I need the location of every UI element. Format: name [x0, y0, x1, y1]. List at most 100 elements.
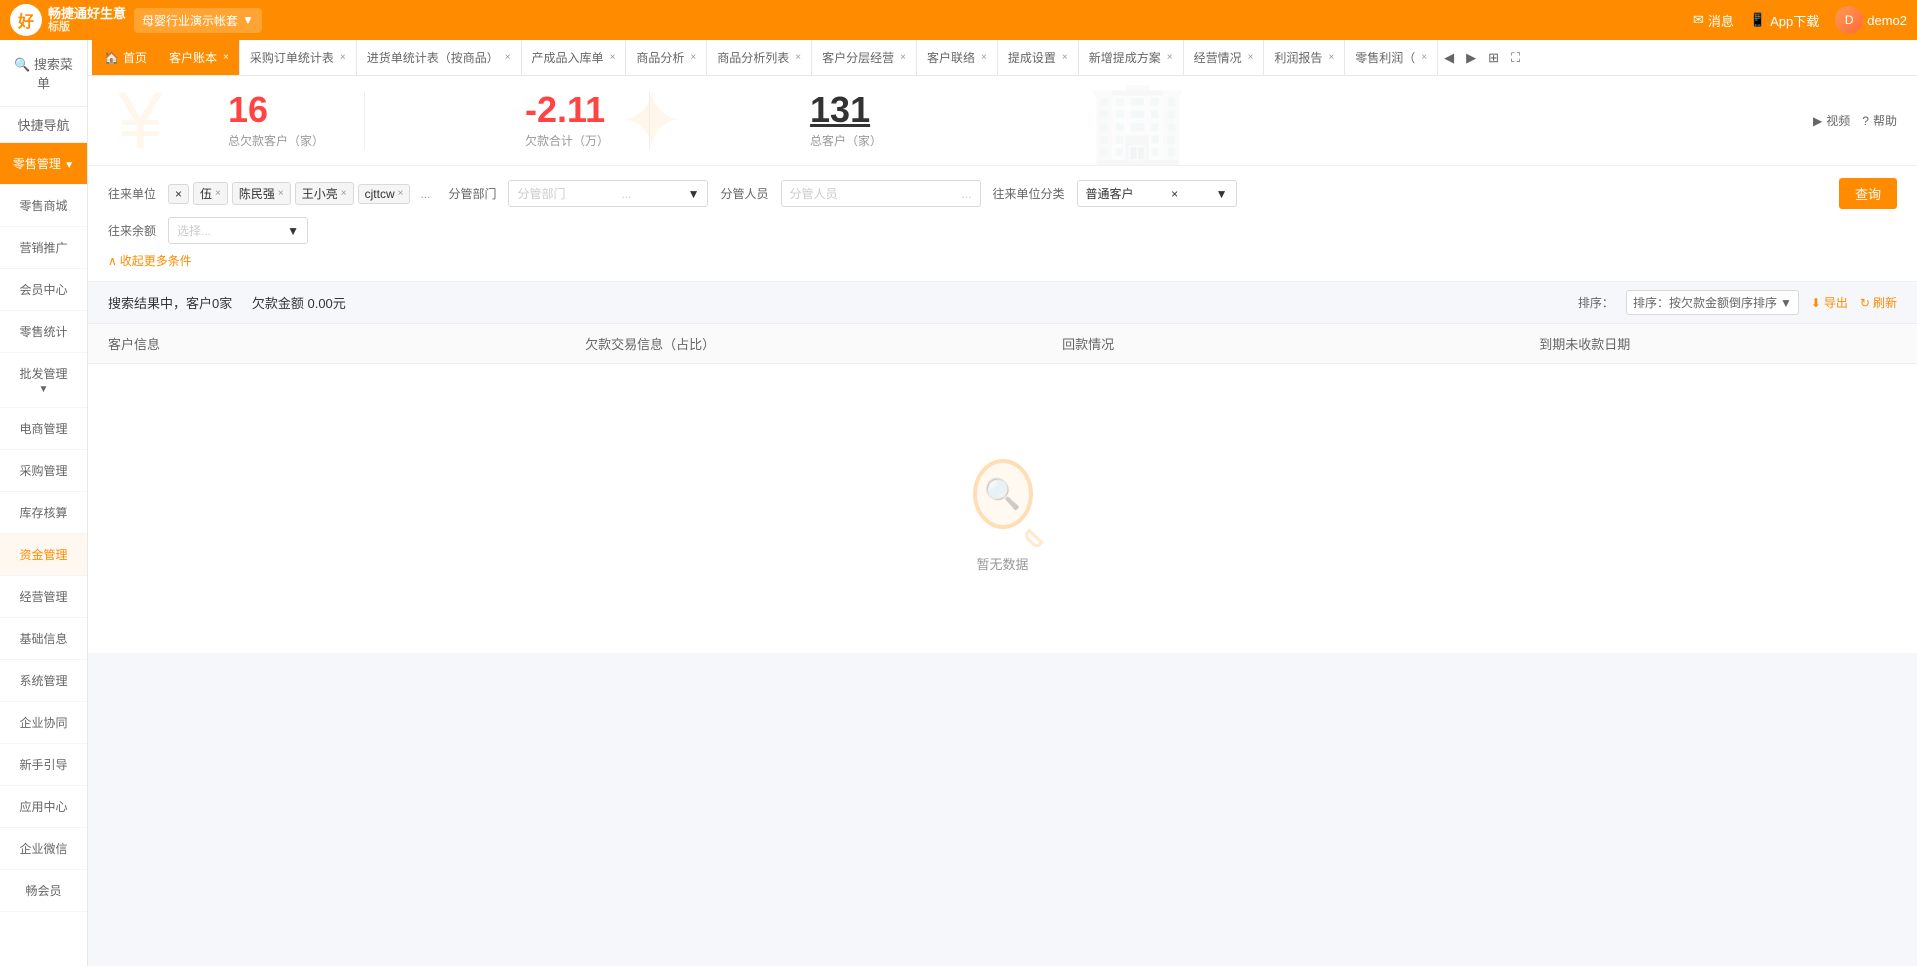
filter-tag-wu-remove[interactable]: ×: [215, 188, 221, 199]
search-menu-button[interactable]: 🔍 搜索菜单: [8, 50, 79, 96]
sidebar-item-batch-mgmt[interactable]: 批发管理 ▼: [0, 353, 87, 408]
filter-tag-cjttcw[interactable]: cjttcw ×: [358, 184, 411, 204]
filter-tag-wu[interactable]: 伍 ×: [193, 182, 228, 205]
tab-customer-book[interactable]: 客户账本 ×: [159, 40, 240, 76]
sidebar-item-retail-mall-label: 零售商城: [19, 199, 67, 213]
sidebar-item-ecommerce[interactable]: 电商管理: [0, 408, 87, 450]
sidebar-item-basic-info[interactable]: 基础信息: [0, 618, 87, 660]
refresh-button[interactable]: ↻ 刷新: [1860, 294, 1897, 311]
tab-raise-settings-close[interactable]: ×: [1062, 52, 1068, 63]
unit-type-filter-select[interactable]: 普通客户 × ▼: [1077, 180, 1237, 207]
person-filter-select[interactable]: 分管人员 ...: [781, 180, 981, 207]
balance-filter-select[interactable]: 选择... ▼: [168, 217, 308, 244]
tab-product-analysis-list-close[interactable]: ×: [795, 52, 801, 63]
top-bar-left: 好 畅捷通好生意 标版 母婴行业演示帐套 ▼: [10, 4, 262, 36]
tab-expand[interactable]: ⛶: [1505, 40, 1526, 76]
sidebar-item-app-center[interactable]: 应用中心: [0, 786, 87, 828]
sidebar-item-marketing[interactable]: 营销推广: [0, 227, 87, 269]
app-download-button[interactable]: 📱 App下载: [1750, 11, 1819, 30]
home-icon: 🏠: [104, 51, 119, 65]
tab-customer-contact[interactable]: 客户联络 ×: [917, 40, 998, 76]
tab-scroll-right[interactable]: ▶: [1460, 40, 1482, 76]
filter-area: 往来单位 × 伍 × 陈民强 ×: [88, 166, 1917, 282]
tab-purchase-order-close[interactable]: ×: [340, 52, 346, 63]
sidebar-item-finance[interactable]: 资金管理: [0, 534, 87, 576]
export-button[interactable]: ⬇ 导出: [1811, 294, 1848, 311]
tab-product-inbound-close[interactable]: ×: [610, 52, 616, 63]
unit-filter-label: 往来单位: [108, 185, 156, 202]
table-header-repayment: 回款情况: [1062, 334, 1539, 353]
tab-customer-segment-close[interactable]: ×: [900, 52, 906, 63]
sidebar-item-enterprise[interactable]: 企业协同: [0, 702, 87, 744]
sidebar-item-app-center-label: 应用中心: [19, 800, 67, 814]
sidebar-item-member-center[interactable]: 会员中心: [0, 269, 87, 311]
demo-selector[interactable]: 母婴行业演示帐套 ▼: [134, 8, 262, 33]
stat-total-customers-value: 131: [810, 92, 870, 128]
sidebar-item-wechat[interactable]: 企业微信: [0, 828, 87, 870]
filter-tag-wang-label: 王小亮: [302, 185, 338, 202]
tab-retail-profit[interactable]: 零售利润（ ×: [1345, 40, 1438, 76]
tab-product-analysis[interactable]: 商品分析 ×: [626, 40, 707, 76]
tab-customer-book-label: 客户账本: [169, 49, 217, 66]
filter-tag-more[interactable]: ...: [414, 185, 436, 203]
message-button[interactable]: ✉ 消息: [1693, 11, 1734, 30]
tab-customer-book-close[interactable]: ×: [223, 52, 229, 63]
help-label: 帮助: [1873, 112, 1897, 129]
sidebar-item-inventory-label: 库存核算: [19, 506, 67, 520]
tab-customer-segment[interactable]: 客户分层经营 ×: [812, 40, 917, 76]
sidebar-item-enterprise-label: 企业协同: [19, 716, 67, 730]
sort-label: 排序：: [1578, 294, 1614, 311]
tab-new-raise-plan[interactable]: 新增提成方案 ×: [1079, 40, 1184, 76]
tab-product-analysis-close[interactable]: ×: [690, 52, 696, 63]
tab-purchase-order-stats[interactable]: 采购订单统计表 ×: [240, 40, 357, 76]
filter-tag-wang[interactable]: 王小亮 ×: [295, 182, 354, 205]
tab-purchase-stats-product[interactable]: 进货单统计表（按商品） ×: [357, 40, 522, 76]
sidebar-item-retail-mall[interactable]: 零售商城: [0, 185, 87, 227]
sidebar-item-operation[interactable]: 经营管理: [0, 576, 87, 618]
sidebar-item-purchase[interactable]: 采购管理: [0, 450, 87, 492]
tab-purchase-order-stats-label: 采购订单统计表: [250, 49, 334, 66]
tab-product-inbound[interactable]: 产成品入库单 ×: [522, 40, 627, 76]
tab-customer-contact-close[interactable]: ×: [981, 52, 987, 63]
tab-new-raise-plan-close[interactable]: ×: [1167, 52, 1173, 63]
sidebar-item-newbie[interactable]: 新手引导: [0, 744, 87, 786]
video-button[interactable]: ▶ 视频: [1813, 112, 1850, 129]
filter-tag-wang-remove[interactable]: ×: [341, 188, 347, 199]
tab-retail-profit-label: 零售利润（: [1355, 49, 1415, 66]
tab-operation-status[interactable]: 经营情况 ×: [1184, 40, 1265, 76]
avatar: D: [1835, 6, 1863, 34]
stat-total-customers: 131 总客户（家）: [650, 92, 922, 149]
filter-tag-x1[interactable]: ×: [168, 184, 189, 204]
unit-type-filter-remove[interactable]: ×: [1171, 187, 1178, 201]
filter-tag-cjttcw-remove[interactable]: ×: [398, 188, 404, 199]
tab-home[interactable]: 🏠 首页: [92, 40, 159, 76]
user-profile[interactable]: D demo2: [1835, 6, 1907, 34]
tab-profit-report-close[interactable]: ×: [1328, 52, 1334, 63]
sidebar-item-retail-mgmt-label: 零售管理: [13, 157, 61, 171]
sort-arrow: ▼: [1780, 296, 1792, 310]
collapse-button[interactable]: ∧ 收起更多条件: [108, 252, 1897, 269]
tab-menu[interactable]: ⊞: [1482, 40, 1505, 76]
sidebar-item-system[interactable]: 系统管理: [0, 660, 87, 702]
tab-product-analysis-list[interactable]: 商品分析列表 ×: [707, 40, 812, 76]
search-icon: 🔍: [14, 57, 30, 72]
sidebar-item-member-plus[interactable]: 畅会员: [0, 870, 87, 912]
sidebar-item-ecommerce-label: 电商管理: [19, 422, 67, 436]
query-button[interactable]: 查询: [1839, 178, 1897, 209]
tab-profit-report[interactable]: 利润报告 ×: [1264, 40, 1345, 76]
dept-filter-select[interactable]: 分管部门 ... ▼: [508, 180, 708, 207]
tab-retail-profit-close[interactable]: ×: [1421, 52, 1427, 63]
tab-operation-status-close[interactable]: ×: [1248, 52, 1254, 63]
quick-nav-button[interactable]: 快捷导航: [0, 107, 87, 143]
tab-scroll-left[interactable]: ◀: [1438, 40, 1460, 76]
tab-raise-settings[interactable]: 提成设置 ×: [998, 40, 1079, 76]
tab-purchase-stats-close[interactable]: ×: [505, 52, 511, 63]
stat-total-customers-label: 总客户（家）: [810, 132, 882, 149]
filter-tag-chen-remove[interactable]: ×: [278, 188, 284, 199]
sort-select[interactable]: 排序：按欠款金额倒序排序 ▼: [1626, 290, 1799, 315]
sidebar-item-retail-stats[interactable]: 零售统计: [0, 311, 87, 353]
filter-tag-chen[interactable]: 陈民强 ×: [232, 182, 291, 205]
help-button[interactable]: ? 帮助: [1862, 112, 1897, 129]
sidebar-item-retail-mgmt[interactable]: 零售管理 ▼: [0, 143, 87, 185]
sidebar-item-inventory[interactable]: 库存核算: [0, 492, 87, 534]
